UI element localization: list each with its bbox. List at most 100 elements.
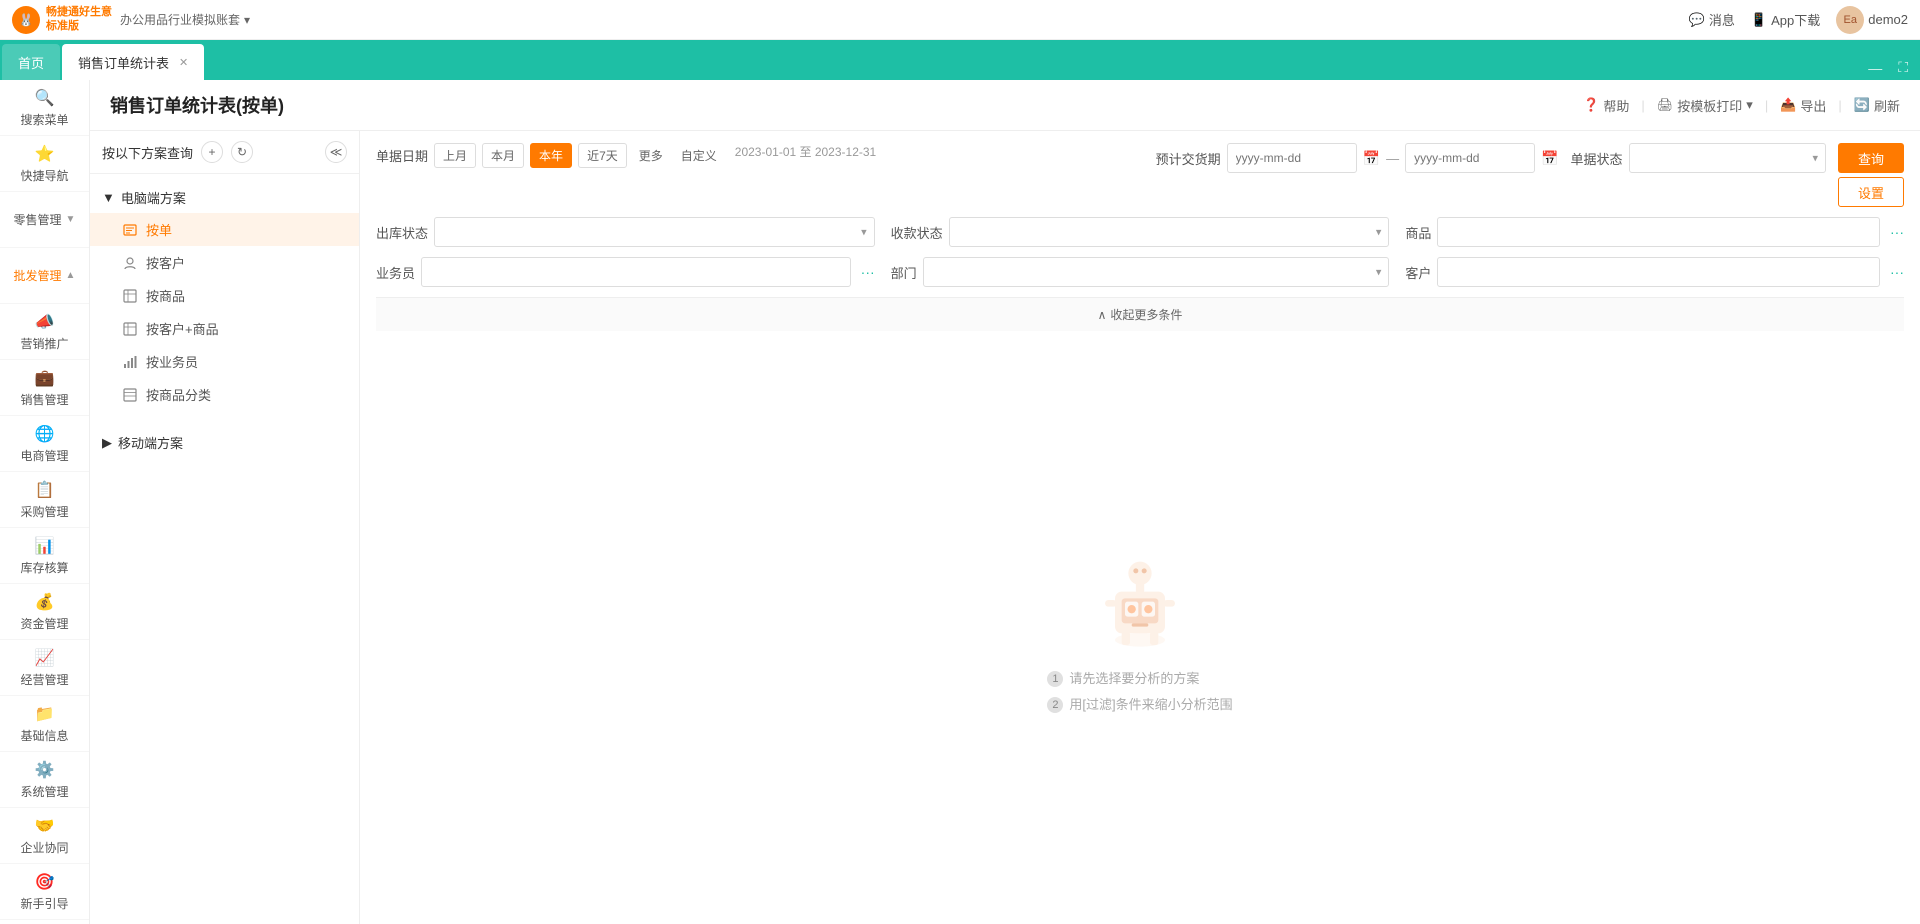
salesperson-more-icon[interactable]: ··· [861, 264, 875, 280]
results-area: 1 请先选择要分析的方案 2 用[过滤]条件来缩小分析范围 [360, 343, 1920, 924]
date-btn-custom[interactable]: 自定义 [675, 144, 723, 167]
empty-tips: 1 请先选择要分析的方案 2 用[过滤]条件来缩小分析范围 [1047, 666, 1232, 718]
base-info-icon: 📁 [35, 704, 55, 724]
single-status-dropdown[interactable] [1629, 143, 1826, 173]
main-layout: 🔍 搜索菜单 ⭐ 快捷导航 零售管理 ▼ 批发管理 ▲ 📣 营销推广 💼 销售管… [0, 80, 1920, 924]
retail-label: 零售管理 [14, 211, 62, 228]
settings-btn[interactable]: 设置 [1838, 177, 1904, 207]
user-area[interactable]: Ea demo2 [1836, 6, 1908, 34]
date-btn-last-month[interactable]: 上月 [434, 143, 476, 168]
by-salesperson-icon [122, 354, 138, 370]
sidebar-item-operation[interactable]: 📈 经营管理 [0, 640, 89, 696]
sidebar-item-quick-nav[interactable]: ⭐ 快捷导航 [0, 136, 89, 192]
scheme-item-by-product[interactable]: 按商品 [90, 279, 359, 312]
date-btn-this-year[interactable]: 本年 [530, 143, 572, 168]
tab-close-icon[interactable]: ✕ [179, 56, 188, 69]
nav-maximize-icon[interactable]: ⛶ [1894, 55, 1912, 80]
customer-more-icon[interactable]: ··· [1890, 264, 1904, 280]
app-download-btn[interactable]: 📱 App下载 [1751, 10, 1820, 29]
department-select[interactable] [923, 257, 1390, 287]
sidebar-item-search-menu[interactable]: 🔍 搜索菜单 [0, 80, 89, 136]
tab-sales-order-stats[interactable]: 销售订单统计表 ✕ [62, 44, 204, 80]
ecommerce-icon: 🌐 [35, 424, 55, 444]
marketing-icon: 📣 [35, 312, 55, 332]
query-btn[interactable]: 查询 [1838, 143, 1904, 173]
collapse-arrow-icon: ∧ [1098, 308, 1107, 322]
collapse-filter-btn[interactable]: ∧ 收起更多条件 [376, 297, 1904, 331]
tab-home[interactable]: 首页 [2, 44, 60, 80]
nav-minimize-icon[interactable]: — [1864, 56, 1886, 80]
collapse-panel-btn[interactable]: ≪ [325, 141, 347, 163]
scheme-item-by-order[interactable]: 按单 [90, 213, 359, 246]
base-info-label: 基础信息 [20, 727, 68, 744]
sidebar-item-inventory[interactable]: 📊 库存核算 [0, 528, 89, 584]
scheme-section-title-mobile[interactable]: ▶ 移动端方案 [90, 427, 359, 458]
scheme-item-by-customer[interactable]: 按客户 [90, 246, 359, 279]
sidebar-item-sales[interactable]: 💼 销售管理 [0, 360, 89, 416]
empty-tip-1: 1 请先选择要分析的方案 [1047, 666, 1232, 692]
payment-status-select[interactable] [949, 217, 1390, 247]
purchase-label: 采购管理 [20, 503, 68, 520]
refresh-scheme-btn[interactable]: ↻ [231, 141, 253, 163]
salesperson-input[interactable] [421, 257, 851, 287]
page-actions: ❓ 帮助 | 🖨 按模板打印 ▾ | 📤 导出 | 🔄 刷新 [1583, 96, 1900, 115]
sidebar-item-finance[interactable]: 💰 资金管理 [0, 584, 89, 640]
payment-status-label: 收款状态 [891, 223, 943, 242]
product-input[interactable] [1437, 217, 1880, 247]
cal-icon-end[interactable]: 📅 [1541, 150, 1558, 167]
sidebar-item-base-info[interactable]: 📁 基础信息 [0, 696, 89, 752]
sidebar-item-system[interactable]: ⚙️ 系统管理 [0, 752, 89, 808]
quick-nav-label: 快捷导航 [20, 167, 68, 184]
quick-nav-icon: ⭐ [35, 144, 55, 164]
department-dropdown[interactable] [923, 257, 1390, 287]
wholesale-label: 批发管理 [14, 267, 62, 284]
inner-layout: 按以下方案查询 + ↻ ≪ ▼ 电脑端方案 按单 [90, 131, 1920, 924]
cal-icon-start[interactable]: 📅 [1363, 150, 1380, 167]
divider-1: | [1641, 98, 1644, 113]
product-more-icon[interactable]: ··· [1890, 224, 1904, 240]
inventory-icon: 📊 [35, 536, 55, 556]
message-btn[interactable]: 💬 消息 [1689, 10, 1735, 29]
new-guide-icon: 🎯 [35, 872, 55, 892]
scheme-section-title-desktop[interactable]: ▼ 电脑端方案 [90, 182, 359, 213]
sidebar-item-retail[interactable]: 零售管理 ▼ [0, 192, 89, 248]
search-menu-icon: 🔍 [35, 88, 55, 108]
date-btn-last-7-days[interactable]: 近7天 [578, 143, 627, 168]
single-status-select[interactable] [1629, 143, 1826, 173]
delivery-status-select[interactable] [434, 217, 875, 247]
template-print-btn[interactable]: 🖨 按模板打印 ▾ [1657, 96, 1753, 115]
date-btn-more[interactable]: 更多 [633, 144, 669, 167]
search-menu-label: 搜索菜单 [20, 111, 68, 128]
content-area: 销售订单统计表(按单) ❓ 帮助 | 🖨 按模板打印 ▾ | 📤 导出 | 🔄 … [90, 80, 1920, 924]
expected-delivery-start[interactable] [1227, 143, 1357, 173]
right-panel: 单据日期 上月 本月 本年 近7天 更多 自定义 2023-01-01 至 20… [360, 131, 1920, 924]
tab-sales-label: 销售订单统计表 [78, 53, 169, 72]
sidebar-item-wholesale[interactable]: 批发管理 ▲ [0, 248, 89, 304]
retail-arrow-icon: ▼ [66, 214, 76, 225]
payment-status-dropdown[interactable] [949, 217, 1390, 247]
export-btn[interactable]: 📤 导出 [1780, 96, 1826, 115]
by-cust-product-icon [122, 321, 138, 337]
scheme-item-by-category[interactable]: 按商品分类 [90, 378, 359, 411]
by-customer-label: 按客户 [146, 253, 185, 272]
scheme-item-by-salesperson[interactable]: 按业务员 [90, 345, 359, 378]
sidebar-item-new-guide[interactable]: 🎯 新手引导 [0, 864, 89, 920]
sidebar-item-enterprise-collab[interactable]: 🤝 企业协同 [0, 808, 89, 864]
expected-delivery-end[interactable] [1405, 143, 1535, 173]
sidebar-item-purchase[interactable]: 📋 采购管理 [0, 472, 89, 528]
tab-home-label: 首页 [18, 53, 44, 72]
sidebar-item-ecommerce[interactable]: 🌐 电商管理 [0, 416, 89, 472]
left-panel: 按以下方案查询 + ↻ ≪ ▼ 电脑端方案 按单 [90, 131, 360, 924]
delivery-status-dropdown[interactable] [434, 217, 875, 247]
by-category-icon [122, 387, 138, 403]
sidebar-item-app-center[interactable]: 📱 应用中心 [0, 920, 89, 924]
by-product-icon [122, 288, 138, 304]
sidebar-item-marketing[interactable]: 📣 营销推广 [0, 304, 89, 360]
scheme-item-by-cust-product[interactable]: 按客户+商品 [90, 312, 359, 345]
help-btn[interactable]: ❓ 帮助 [1583, 96, 1629, 115]
refresh-btn[interactable]: 🔄 刷新 [1854, 96, 1900, 115]
add-scheme-btn[interactable]: + [201, 141, 223, 163]
purchase-icon: 📋 [35, 480, 55, 500]
date-btn-this-month[interactable]: 本月 [482, 143, 524, 168]
customer-input[interactable] [1437, 257, 1880, 287]
